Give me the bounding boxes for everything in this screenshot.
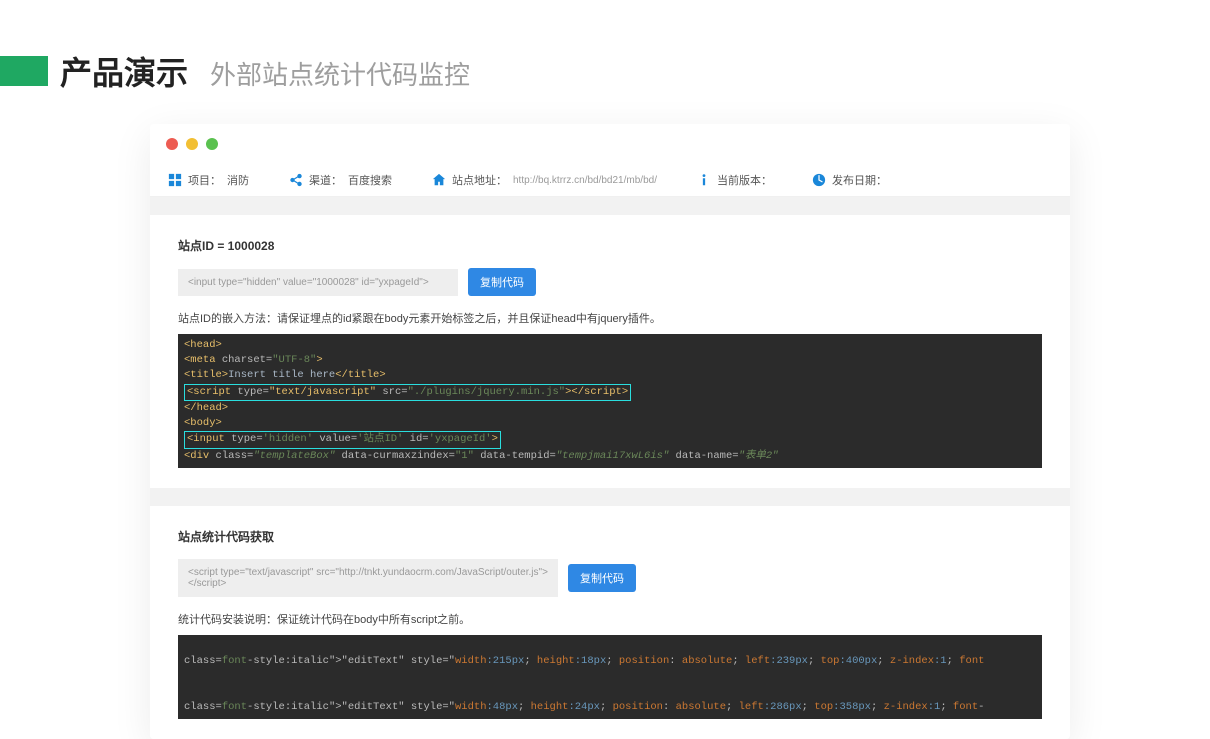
site-label: 站点地址： [452,172,507,188]
info-icon [697,173,711,187]
page-title: 产品演示 [60,48,188,94]
site-url: http://bq.ktrrz.cn/bd/bd21/mb/bd/ [513,175,657,186]
info-channel: 渠道： 百度搜索 [289,172,392,188]
accent-bar [0,56,48,86]
maximize-dot-icon [206,138,218,150]
input-row-stat: <script type="text/javascript" src="http… [178,559,1042,597]
code-block-id: <head> <meta charset="UTF-8"> <title>Ins… [178,334,1042,468]
stat-code-input[interactable]: <script type="text/javascript" src="http… [178,559,558,597]
site-id-code-input[interactable]: <input type="hidden" value="1000028" id=… [178,269,458,296]
stat-code-desc: 统计代码安装说明：保证统计代码在body中所有script之前。 [178,611,1042,627]
input-row-id: <input type="hidden" value="1000028" id=… [178,268,1042,296]
section-title-id: 站点ID = 1000028 [178,237,1042,254]
site-id-desc: 站点ID的嵌入方法：请保证埋点的id紧跟在body元素开始标签之后，并且保证he… [178,310,1042,326]
grid-icon [168,173,182,187]
project-label: 项目： [188,172,221,188]
section-title-stat: 站点统计代码获取 [178,528,1042,545]
section-site-id: 站点ID = 1000028 <input type="hidden" valu… [150,215,1070,488]
copy-button-stat[interactable]: 复制代码 [568,564,636,592]
info-site: 站点地址： http://bq.ktrrz.cn/bd/bd21/mb/bd/ [432,172,657,188]
info-bar: 项目： 消防 渠道： 百度搜索 站点地址： http://bq.ktrrz.cn… [150,164,1070,197]
page-subtitle: 外部站点统计代码监控 [210,55,470,92]
project-value: 消防 [227,172,249,188]
page-header: 产品演示 外部站点统计代码监控 [0,0,1210,94]
info-version: 当前版本： [697,172,772,188]
code-block-stat: class=font-style:italic">"editText" styl… [178,635,1042,719]
window-controls [150,124,1070,164]
channel-label: 渠道： [309,172,342,188]
home-icon [432,173,446,187]
copy-button-id[interactable]: 复制代码 [468,268,536,296]
demo-window: 项目： 消防 渠道： 百度搜索 站点地址： http://bq.ktrrz.cn… [150,124,1070,739]
minimize-dot-icon [186,138,198,150]
divider [150,488,1070,506]
clock-icon [812,173,826,187]
section-stat-code: 站点统计代码获取 <script type="text/javascript" … [150,506,1070,739]
channel-value: 百度搜索 [348,172,392,188]
info-project: 项目： 消防 [168,172,249,188]
close-dot-icon [166,138,178,150]
divider [150,197,1070,215]
share-icon [289,173,303,187]
version-label: 当前版本： [717,172,772,188]
publish-label: 发布日期： [832,172,887,188]
info-publish: 发布日期： [812,172,887,188]
